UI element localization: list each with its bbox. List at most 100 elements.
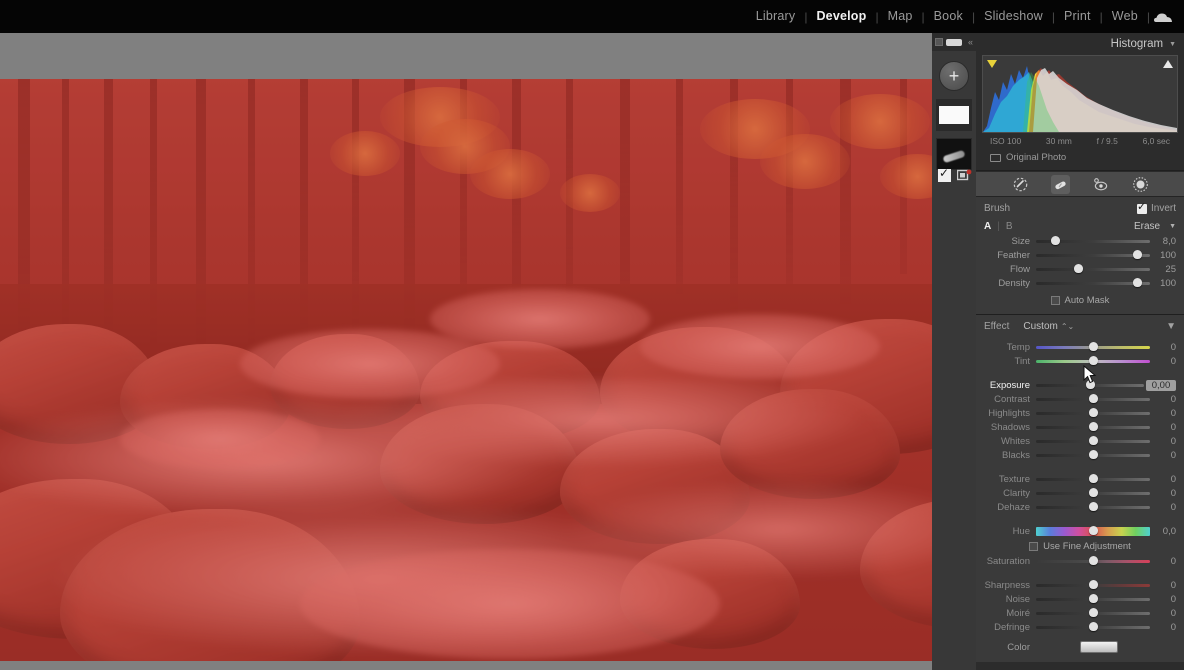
saturation-row[interactable]: Saturation 0 <box>984 554 1176 568</box>
brush-flow-track[interactable] <box>1036 263 1150 273</box>
shadows-knob[interactable] <box>1088 421 1098 431</box>
hue-knob[interactable] <box>1088 525 1098 535</box>
red-eye-icon[interactable] <box>1091 175 1110 194</box>
temp-knob[interactable] <box>1088 341 1098 351</box>
noise-track[interactable] <box>1036 593 1150 603</box>
noise-row[interactable]: Noise 0 <box>984 592 1176 606</box>
create-new-mask-button[interactable]: + <box>939 61 969 91</box>
saturation-track[interactable] <box>1036 555 1150 565</box>
module-develop[interactable]: Develop <box>807 0 875 33</box>
sharpness-track[interactable] <box>1036 579 1150 589</box>
histogram-graph[interactable] <box>982 55 1178 133</box>
brush-flow-row[interactable]: Flow 25 <box>984 262 1176 276</box>
mask-visibility-checkbox[interactable] <box>938 166 951 182</box>
chevron-down-icon[interactable]: ▼ <box>1166 321 1176 332</box>
temp-row[interactable]: Temp 0 <box>984 340 1176 354</box>
brush-density-track[interactable] <box>1036 277 1150 287</box>
clarity-knob[interactable] <box>1088 487 1098 497</box>
blacks-track[interactable] <box>1036 449 1150 459</box>
highlights-track[interactable] <box>1036 407 1150 417</box>
hue-row[interactable]: Hue 0,0 <box>984 524 1176 538</box>
brush-feather-knob[interactable] <box>1132 249 1142 259</box>
photo-preview[interactable] <box>0 79 964 661</box>
texture-track[interactable] <box>1036 473 1150 483</box>
dehaze-track[interactable] <box>1036 501 1150 511</box>
tint-row[interactable]: Tint 0 <box>984 354 1176 368</box>
healing-brush-icon[interactable] <box>1011 175 1030 194</box>
brush-flow-knob[interactable] <box>1073 263 1083 273</box>
effect-preset-stepper[interactable]: ⌃⌄ <box>1061 322 1074 331</box>
temp-track[interactable] <box>1036 341 1150 351</box>
clarity-value[interactable]: 0 <box>1150 488 1176 499</box>
module-print[interactable]: Print <box>1055 0 1100 33</box>
invert-checkbox[interactable] <box>1136 200 1147 214</box>
brush-density-value[interactable]: 100 <box>1150 278 1176 289</box>
tint-value[interactable]: 0 <box>1150 356 1176 367</box>
noise-knob[interactable] <box>1088 593 1098 603</box>
module-map[interactable]: Map <box>879 0 922 33</box>
moire-row[interactable]: Moiré 0 <box>984 606 1176 620</box>
brush-size-value[interactable]: 8,0 <box>1150 236 1176 247</box>
texture-value[interactable]: 0 <box>1150 474 1176 485</box>
blacks-knob[interactable] <box>1088 449 1098 459</box>
effect-color-swatch[interactable] <box>1080 641 1118 653</box>
noise-value[interactable]: 0 <box>1150 594 1176 605</box>
brush-size-track[interactable] <box>1036 235 1150 245</box>
exposure-row[interactable]: Exposure 0,00 <box>984 378 1176 392</box>
module-library[interactable]: Library <box>747 0 805 33</box>
chevron-down-icon[interactable]: ▼ <box>1169 41 1176 48</box>
contrast-track[interactable] <box>1036 393 1150 403</box>
brush-flow-value[interactable]: 25 <box>1150 264 1176 275</box>
brush-feather-value[interactable]: 100 <box>1150 250 1176 261</box>
brush-b-button[interactable]: B <box>1006 221 1013 232</box>
saturation-knob[interactable] <box>1088 555 1098 565</box>
contrast-knob[interactable] <box>1088 393 1098 403</box>
exposure-value[interactable]: 0,00 <box>1146 379 1176 391</box>
radial-gradient-icon[interactable] <box>1131 175 1150 194</box>
brush-icon[interactable] <box>1050 174 1070 194</box>
histogram-header[interactable]: Histogram ▼ <box>976 33 1184 55</box>
brush-density-knob[interactable] <box>1132 277 1142 287</box>
shadows-track[interactable] <box>1036 421 1150 431</box>
whites-row[interactable]: Whites 0 <box>984 434 1176 448</box>
fine-adjustment-checkbox[interactable] <box>1029 541 1039 551</box>
shadows-row[interactable]: Shadows 0 <box>984 420 1176 434</box>
brush-size-row[interactable]: Size 8,0 <box>984 234 1176 248</box>
texture-knob[interactable] <box>1088 473 1098 483</box>
module-book[interactable]: Book <box>925 0 972 33</box>
module-web[interactable]: Web <box>1103 0 1147 33</box>
brush-size-knob[interactable] <box>1050 235 1060 245</box>
sharpness-knob[interactable] <box>1088 579 1098 589</box>
dehaze-value[interactable]: 0 <box>1150 502 1176 513</box>
saturation-value[interactable]: 0 <box>1150 556 1176 567</box>
original-photo-checkbox[interactable] <box>990 153 1001 162</box>
tint-track[interactable] <box>1036 355 1150 365</box>
chevron-double-left-icon[interactable]: « <box>968 37 973 47</box>
original-photo-toggle[interactable]: Original Photo <box>982 146 1178 170</box>
blacks-value[interactable]: 0 <box>1150 450 1176 461</box>
defringe-row[interactable]: Defringe 0 <box>984 620 1176 634</box>
brush-erase-button[interactable]: Erase <box>1134 221 1160 232</box>
tint-knob[interactable] <box>1088 355 1098 365</box>
chevron-down-icon[interactable]: ▼ <box>1169 223 1176 230</box>
defringe-knob[interactable] <box>1088 621 1098 631</box>
auto-mask-checkbox[interactable] <box>1050 295 1060 305</box>
defringe-track[interactable] <box>1036 621 1150 631</box>
brush-a-button[interactable]: A <box>984 221 991 232</box>
cloud-icon[interactable] <box>1150 0 1176 33</box>
dehaze-row[interactable]: Dehaze 0 <box>984 500 1176 514</box>
brush-feather-row[interactable]: Feather 100 <box>984 248 1176 262</box>
mask-thumbnail-white[interactable] <box>936 99 972 131</box>
effect-preset-value[interactable]: Custom <box>1023 321 1057 332</box>
shadows-value[interactable]: 0 <box>1150 422 1176 433</box>
temp-value[interactable]: 0 <box>1150 342 1176 353</box>
contrast-row[interactable]: Contrast 0 <box>984 392 1176 406</box>
moire-value[interactable]: 0 <box>1150 608 1176 619</box>
texture-row[interactable]: Texture 0 <box>984 472 1176 486</box>
sharpness-value[interactable]: 0 <box>1150 580 1176 591</box>
mask-overlay-icon[interactable] <box>956 169 972 182</box>
brush-feather-track[interactable] <box>1036 249 1150 259</box>
auto-mask-toggle[interactable]: Auto Mask <box>984 292 1176 308</box>
fine-adjustment-toggle[interactable]: Use Fine Adjustment <box>984 538 1176 554</box>
highlights-row[interactable]: Highlights 0 <box>984 406 1176 420</box>
